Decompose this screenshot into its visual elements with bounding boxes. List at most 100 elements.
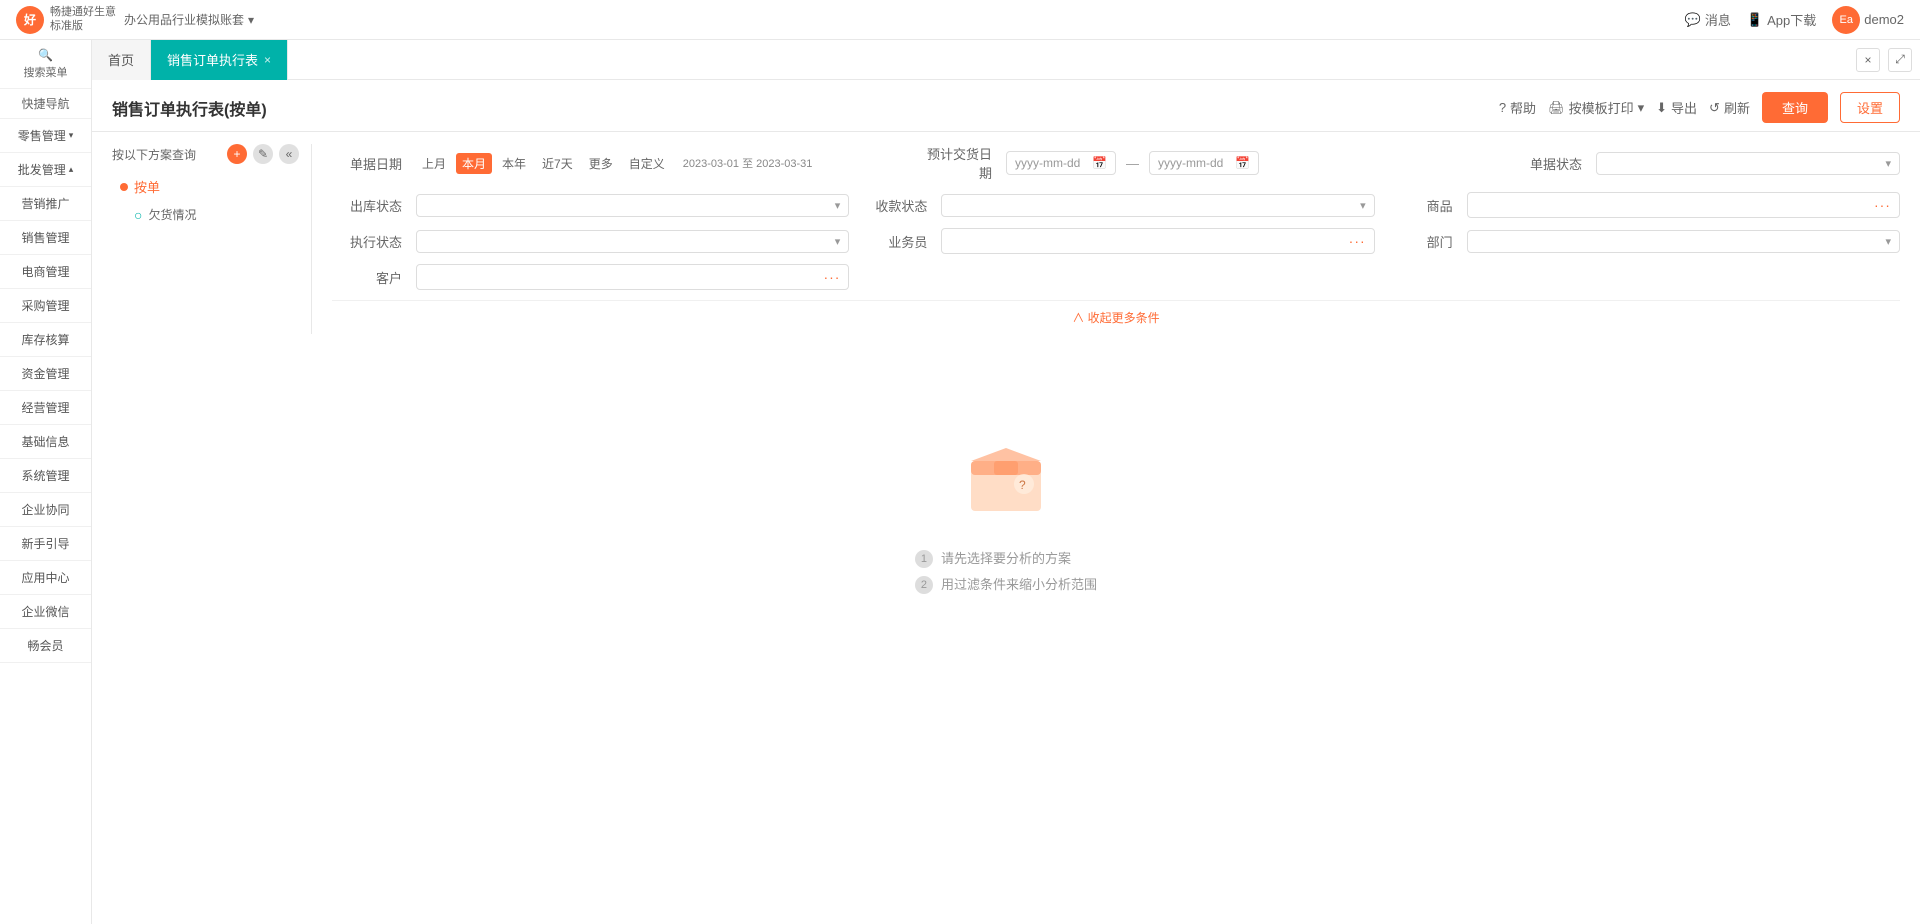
date-shortcut-thisyear[interactable]: 本年 [496, 153, 532, 174]
search-icon: 🔍 [38, 48, 53, 62]
sidebar-item-purchase[interactable]: 采购管理 [0, 289, 91, 322]
expected-date-start-placeholder: yyyy-mm-dd [1015, 156, 1080, 170]
print-button[interactable]: 🖨 按模板打印 ▾ [1548, 98, 1644, 117]
status-select[interactable]: ▾ [1596, 152, 1900, 175]
mobile-icon: 📱 [1747, 12, 1763, 28]
delivery-status-select[interactable]: ▾ [416, 194, 849, 217]
chevron-down-icon: ▾ [69, 130, 74, 141]
query-button[interactable]: 查询 [1762, 92, 1828, 123]
settings-button[interactable]: 设置 [1840, 92, 1900, 123]
breadcrumb-arrow-icon: ▾ [248, 13, 254, 27]
salesperson-select[interactable]: ··· [941, 228, 1374, 254]
sidebar-section-operations: 经营管理 [0, 391, 91, 425]
page-header-actions: ? 帮助 🖨 按模板打印 ▾ ⬇ 导出 ↺ [1499, 92, 1900, 123]
sidebar-search[interactable]: 🔍 搜索菜单 [0, 40, 91, 89]
sidebar-quick-nav[interactable]: 快捷导航 [0, 89, 91, 119]
date-shortcut-7days[interactable]: 近7天 [536, 153, 579, 174]
date-shortcut-more[interactable]: 更多 [583, 153, 619, 174]
message-button[interactable]: 💬 消息 [1685, 10, 1731, 29]
filter-add-scheme-button[interactable]: + [227, 144, 247, 164]
help-button[interactable]: ? 帮助 [1499, 98, 1536, 117]
goods-select[interactable]: ··· [1467, 192, 1900, 218]
expected-date-label: 预计交货日期 [922, 144, 992, 182]
expected-date-end-input[interactable]: yyyy-mm-dd 📅 [1149, 151, 1259, 175]
sidebar-member-label: 畅会员 [27, 637, 63, 654]
delivery-status-label: 出库状态 [332, 196, 402, 215]
breadcrumb-area[interactable]: 办公用品行业模拟账套 ▾ [124, 11, 254, 28]
scheme-label: 按单 [134, 177, 160, 196]
sidebar-item-enterprise[interactable]: 企业协同 [0, 493, 91, 526]
sidebar-item-wechat[interactable]: 企业微信 [0, 595, 91, 628]
salesperson-dots-icon: ··· [1349, 233, 1366, 249]
date-shortcut-custom[interactable]: 自定义 [623, 153, 671, 174]
tab-close-icon[interactable]: × [264, 53, 271, 67]
goods-label: 商品 [1383, 196, 1453, 215]
sidebar-item-basic[interactable]: 基础信息 [0, 425, 91, 458]
tab-sales-order[interactable]: 销售订单执行表 × [151, 40, 288, 80]
sidebar-item-wholesale[interactable]: 批发管理 ▴ [0, 153, 91, 186]
filter-edit-scheme-button[interactable]: ✎ [253, 144, 273, 164]
page-content: 销售订单执行表(按单) ? 帮助 🖨 按模板打印 ▾ ⬇ [92, 80, 1920, 924]
department-select[interactable]: ▾ [1467, 230, 1900, 253]
app-download-label: App下载 [1767, 10, 1816, 29]
tab-maximize-button[interactable]: ⤢ [1888, 48, 1912, 72]
empty-steps-text: 1 请先选择要分析的方案 2 用过滤条件来缩小分析范围 [915, 546, 1097, 598]
sidebar-item-operations[interactable]: 经营管理 [0, 391, 91, 424]
empty-state: ? 1 请先选择要分析的方案 2 用过滤条件来缩小分析范围 [92, 346, 1920, 678]
sidebar-basic-label: 基础信息 [21, 433, 69, 450]
calendar-start-icon: 📅 [1092, 156, 1107, 170]
sidebar-item-system[interactable]: 系统管理 [0, 459, 91, 492]
date-shortcuts: 上月 本月 本年 近7天 更多 自定义 [416, 153, 671, 174]
sidebar-section-member: 畅会员 [0, 629, 91, 663]
customer-select[interactable]: ··· [416, 264, 849, 290]
customer-dots-icon: ··· [823, 269, 840, 285]
filter-right-panel: 单据日期 上月 本月 本年 近7天 更多 自定义 [312, 144, 1900, 334]
sidebar-item-sales[interactable]: 销售管理 [0, 221, 91, 254]
message-label: 消息 [1705, 10, 1731, 29]
user-area[interactable]: Ea demo2 [1832, 6, 1904, 34]
sidebar-inventory-label: 库存核算 [21, 331, 69, 348]
sidebar-section-newuser: 新手引导 [0, 527, 91, 561]
sidebar-item-inventory[interactable]: 库存核算 [0, 323, 91, 356]
filter-cell-execution-status: 执行状态 ▾ [332, 230, 849, 253]
sidebar-item-retail[interactable]: 零售管理 ▾ [0, 119, 91, 152]
page-title: 销售订单执行表(按单) [112, 96, 267, 120]
filter-cell-collection-status: 收款状态 ▾ [857, 194, 1374, 217]
filter-row-1: 单据日期 上月 本月 本年 近7天 更多 自定义 [332, 144, 1900, 182]
filter-sub-item-shortage[interactable]: ○ 欠货情况 [112, 201, 299, 228]
salesperson-label: 业务员 [857, 232, 927, 251]
expected-date-start-input[interactable]: yyyy-mm-dd 📅 [1006, 151, 1116, 175]
collection-status-select[interactable]: ▾ [941, 194, 1374, 217]
filter-cell-department: 部门 ▾ [1383, 230, 1900, 253]
sidebar-finance-label: 资金管理 [21, 365, 69, 382]
tab-close-window-button[interactable]: × [1856, 48, 1880, 72]
collapse-label: 收起更多条件 [1088, 311, 1160, 325]
collection-status-arrow-icon: ▾ [1360, 199, 1366, 212]
sidebar-item-ecommerce[interactable]: 电商管理 [0, 255, 91, 288]
collapse-more-conditions-button[interactable]: ∧ 收起更多条件 [332, 300, 1900, 334]
filter-scheme-item-by-order[interactable]: 按单 [112, 172, 299, 201]
collection-status-label: 收款状态 [857, 196, 927, 215]
logo-area: 好 畅捷通好生意 标准版 [16, 6, 116, 34]
sidebar-item-finance[interactable]: 资金管理 [0, 357, 91, 390]
execution-status-select[interactable]: ▾ [416, 230, 849, 253]
filter-collapse-panel-button[interactable]: « [279, 144, 299, 164]
tab-home[interactable]: 首页 [92, 40, 151, 80]
date-shortcut-thismonth[interactable]: 本月 [456, 153, 492, 174]
sidebar-section-wechat: 企业微信 [0, 595, 91, 629]
sidebar-item-member[interactable]: 畅会员 [0, 629, 91, 662]
date-separator: — [1126, 156, 1139, 171]
sidebar-section-sales: 销售管理 [0, 221, 91, 255]
sidebar-item-marketing[interactable]: 营销推广 [0, 187, 91, 220]
refresh-button[interactable]: ↺ 刷新 [1709, 98, 1750, 117]
sidebar-item-newuser[interactable]: 新手引导 [0, 527, 91, 560]
export-button[interactable]: ⬇ 导出 [1656, 98, 1697, 117]
sidebar-section-basic: 基础信息 [0, 425, 91, 459]
app-download-button[interactable]: 📱 App下载 [1747, 10, 1816, 29]
date-shortcut-lastmonth[interactable]: 上月 [416, 153, 452, 174]
top-bar-right: 💬 消息 📱 App下载 Ea demo2 [1685, 6, 1904, 34]
filter-row-2: 出库状态 ▾ 收款状态 [332, 192, 1900, 218]
empty-step-2: 2 用过滤条件来缩小分析范围 [915, 572, 1097, 598]
step-1-text: 请先选择要分析的方案 [941, 546, 1071, 572]
sidebar-item-appstore[interactable]: 应用中心 [0, 561, 91, 594]
